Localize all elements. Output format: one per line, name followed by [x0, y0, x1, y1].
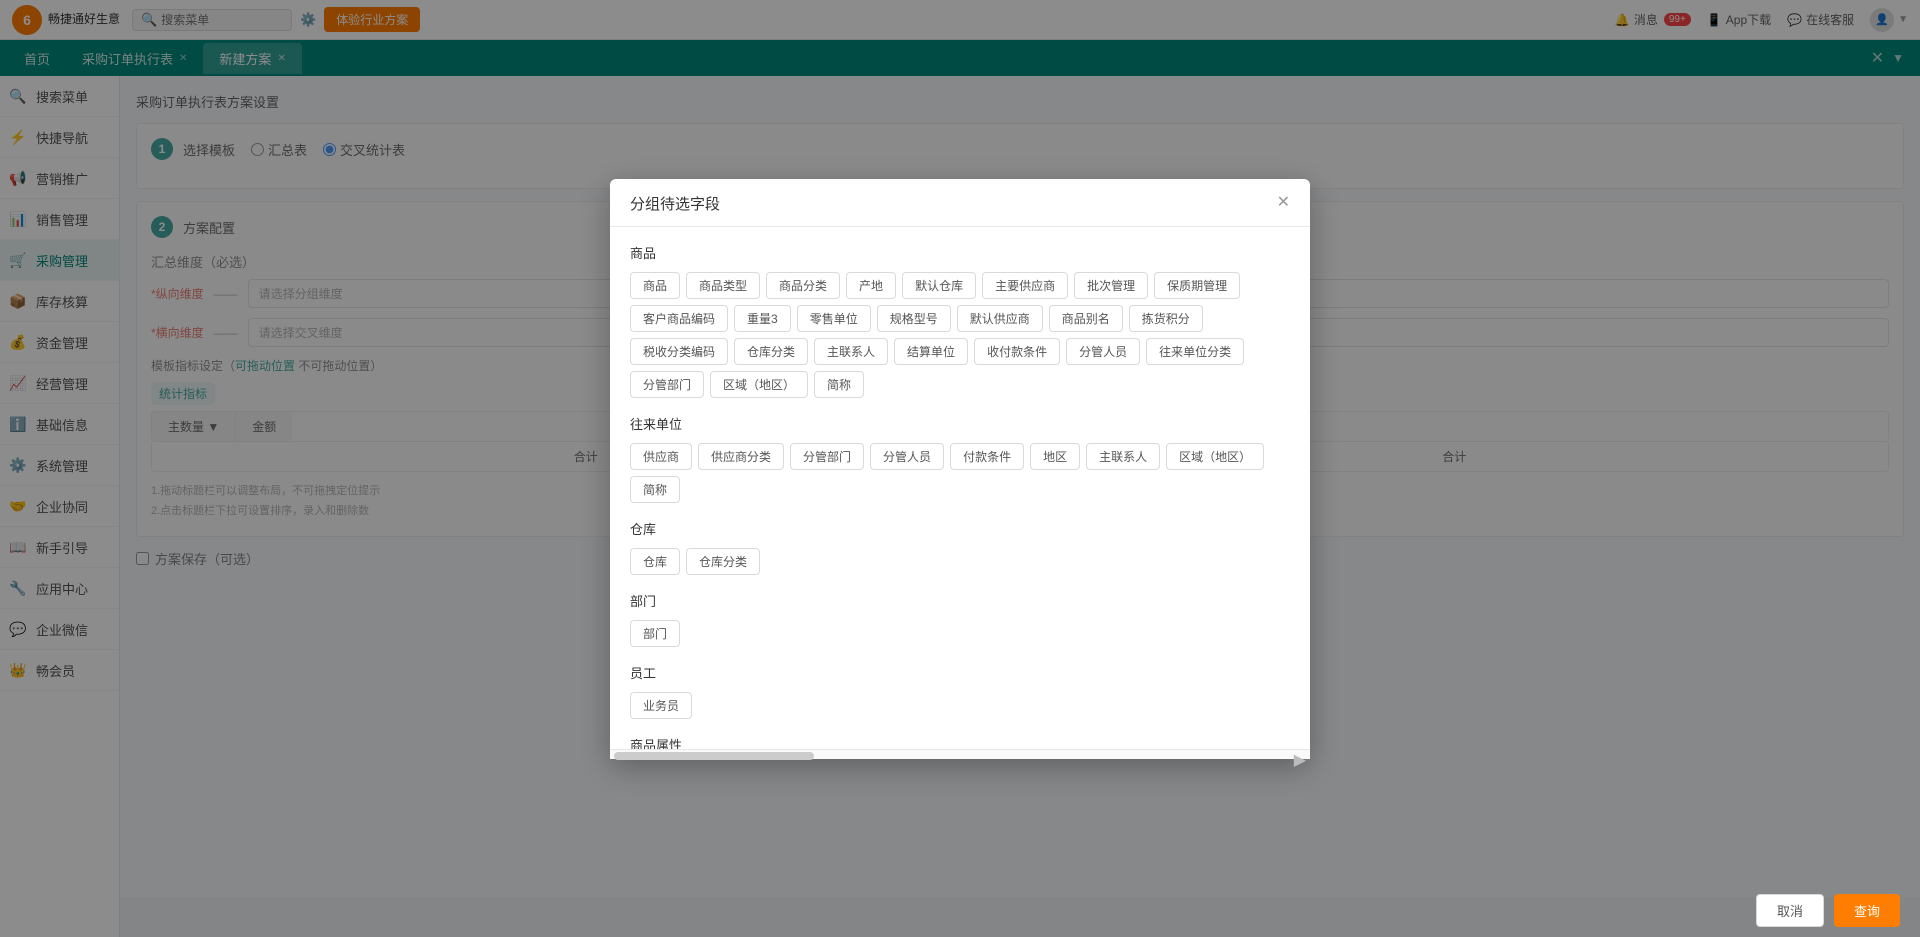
field-tag[interactable]: 付款条件 — [950, 443, 1024, 470]
field-tag[interactable]: 结算单位 — [894, 338, 968, 365]
field-tags: 仓库仓库分类 — [630, 548, 1290, 575]
field-tag[interactable]: 分管人员 — [870, 443, 944, 470]
field-tag[interactable]: 主联系人 — [814, 338, 888, 365]
modal-scroll-bar-area: ▶ — [610, 749, 1310, 759]
field-tag[interactable]: 区域（地区） — [710, 371, 808, 398]
field-tag[interactable]: 区域（地区） — [1166, 443, 1264, 470]
field-tag[interactable]: 供应商 — [630, 443, 692, 470]
field-tag[interactable]: 分管部门 — [790, 443, 864, 470]
field-tag[interactable]: 地区 — [1030, 443, 1080, 470]
field-tags: 部门 — [630, 620, 1290, 647]
modal-overlay: 分组待选字段 ✕ 商品商品商品类型商品分类产地默认仓库主要供应商批次管理保质期管… — [0, 0, 1920, 937]
field-tag[interactable]: 零售单位 — [797, 305, 871, 332]
modal-header: 分组待选字段 ✕ — [610, 179, 1310, 227]
field-tag[interactable]: 业务员 — [630, 692, 692, 719]
field-tag[interactable]: 拣货积分 — [1129, 305, 1203, 332]
field-section-title: 部门 — [630, 591, 1290, 610]
field-tag[interactable]: 仓库分类 — [734, 338, 808, 365]
horizontal-scrollbar-thumb[interactable] — [614, 752, 814, 760]
field-tag[interactable]: 产地 — [846, 272, 896, 299]
modal-close-button[interactable]: ✕ — [1277, 195, 1290, 211]
field-tag[interactable]: 仓库 — [630, 548, 680, 575]
field-tag[interactable]: 商品 — [630, 272, 680, 299]
modal-footer: 取消 查询 — [1736, 884, 1920, 937]
field-tags: 商品商品类型商品分类产地默认仓库主要供应商批次管理保质期管理客户商品编码重量3零… — [630, 272, 1290, 398]
field-section-title: 商品 — [630, 243, 1290, 262]
field-tag[interactable]: 保质期管理 — [1154, 272, 1240, 299]
scroll-right-icon[interactable]: ▶ — [1294, 750, 1306, 770]
field-tag[interactable]: 商品分类 — [766, 272, 840, 299]
field-tag[interactable]: 批次管理 — [1074, 272, 1148, 299]
field-tag[interactable]: 主联系人 — [1086, 443, 1160, 470]
field-section-title: 商品属性 — [630, 735, 1290, 749]
field-tag[interactable]: 仓库分类 — [686, 548, 760, 575]
field-tag[interactable]: 规格型号 — [877, 305, 951, 332]
field-tag[interactable]: 默认供应商 — [957, 305, 1043, 332]
field-tag[interactable]: 往来单位分类 — [1146, 338, 1244, 365]
modal-dialog: 分组待选字段 ✕ 商品商品商品类型商品分类产地默认仓库主要供应商批次管理保质期管… — [610, 179, 1310, 759]
field-tags: 业务员 — [630, 692, 1290, 719]
field-tag[interactable]: 重量3 — [734, 305, 791, 332]
field-section-title: 员工 — [630, 663, 1290, 682]
field-tag[interactable]: 客户商品编码 — [630, 305, 728, 332]
modal-title: 分组待选字段 — [630, 193, 720, 214]
field-tag[interactable]: 收付款条件 — [974, 338, 1060, 365]
field-tag[interactable]: 部门 — [630, 620, 680, 647]
field-tag[interactable]: 税收分类编码 — [630, 338, 728, 365]
field-section-商品: 商品商品商品类型商品分类产地默认仓库主要供应商批次管理保质期管理客户商品编码重量… — [630, 243, 1290, 398]
field-tag[interactable]: 简称 — [814, 371, 864, 398]
cancel-button[interactable]: 取消 — [1756, 894, 1824, 927]
field-tag[interactable]: 商品别名 — [1049, 305, 1123, 332]
confirm-button[interactable]: 查询 — [1834, 894, 1900, 927]
field-section-title: 往来单位 — [630, 414, 1290, 433]
modal-body: 商品商品商品类型商品分类产地默认仓库主要供应商批次管理保质期管理客户商品编码重量… — [610, 227, 1310, 749]
field-tag[interactable]: 简称 — [630, 476, 680, 503]
field-section-部门: 部门部门 — [630, 591, 1290, 647]
field-section-商品属性: 商品属性属性颜色多规格尺码鞋码1 — [630, 735, 1290, 749]
field-tag[interactable]: 分管部门 — [630, 371, 704, 398]
field-tag[interactable]: 商品类型 — [686, 272, 760, 299]
field-tag[interactable]: 默认仓库 — [902, 272, 976, 299]
field-section-title: 仓库 — [630, 519, 1290, 538]
field-tag[interactable]: 分管人员 — [1066, 338, 1140, 365]
field-section-往来单位: 往来单位供应商供应商分类分管部门分管人员付款条件地区主联系人区域（地区） 简称 — [630, 414, 1290, 503]
field-tag[interactable]: 主要供应商 — [982, 272, 1068, 299]
field-tags: 供应商供应商分类分管部门分管人员付款条件地区主联系人区域（地区） 简称 — [630, 443, 1290, 503]
field-section-仓库: 仓库仓库仓库分类 — [630, 519, 1290, 575]
field-tag[interactable]: 供应商分类 — [698, 443, 784, 470]
field-section-员工: 员工业务员 — [630, 663, 1290, 719]
